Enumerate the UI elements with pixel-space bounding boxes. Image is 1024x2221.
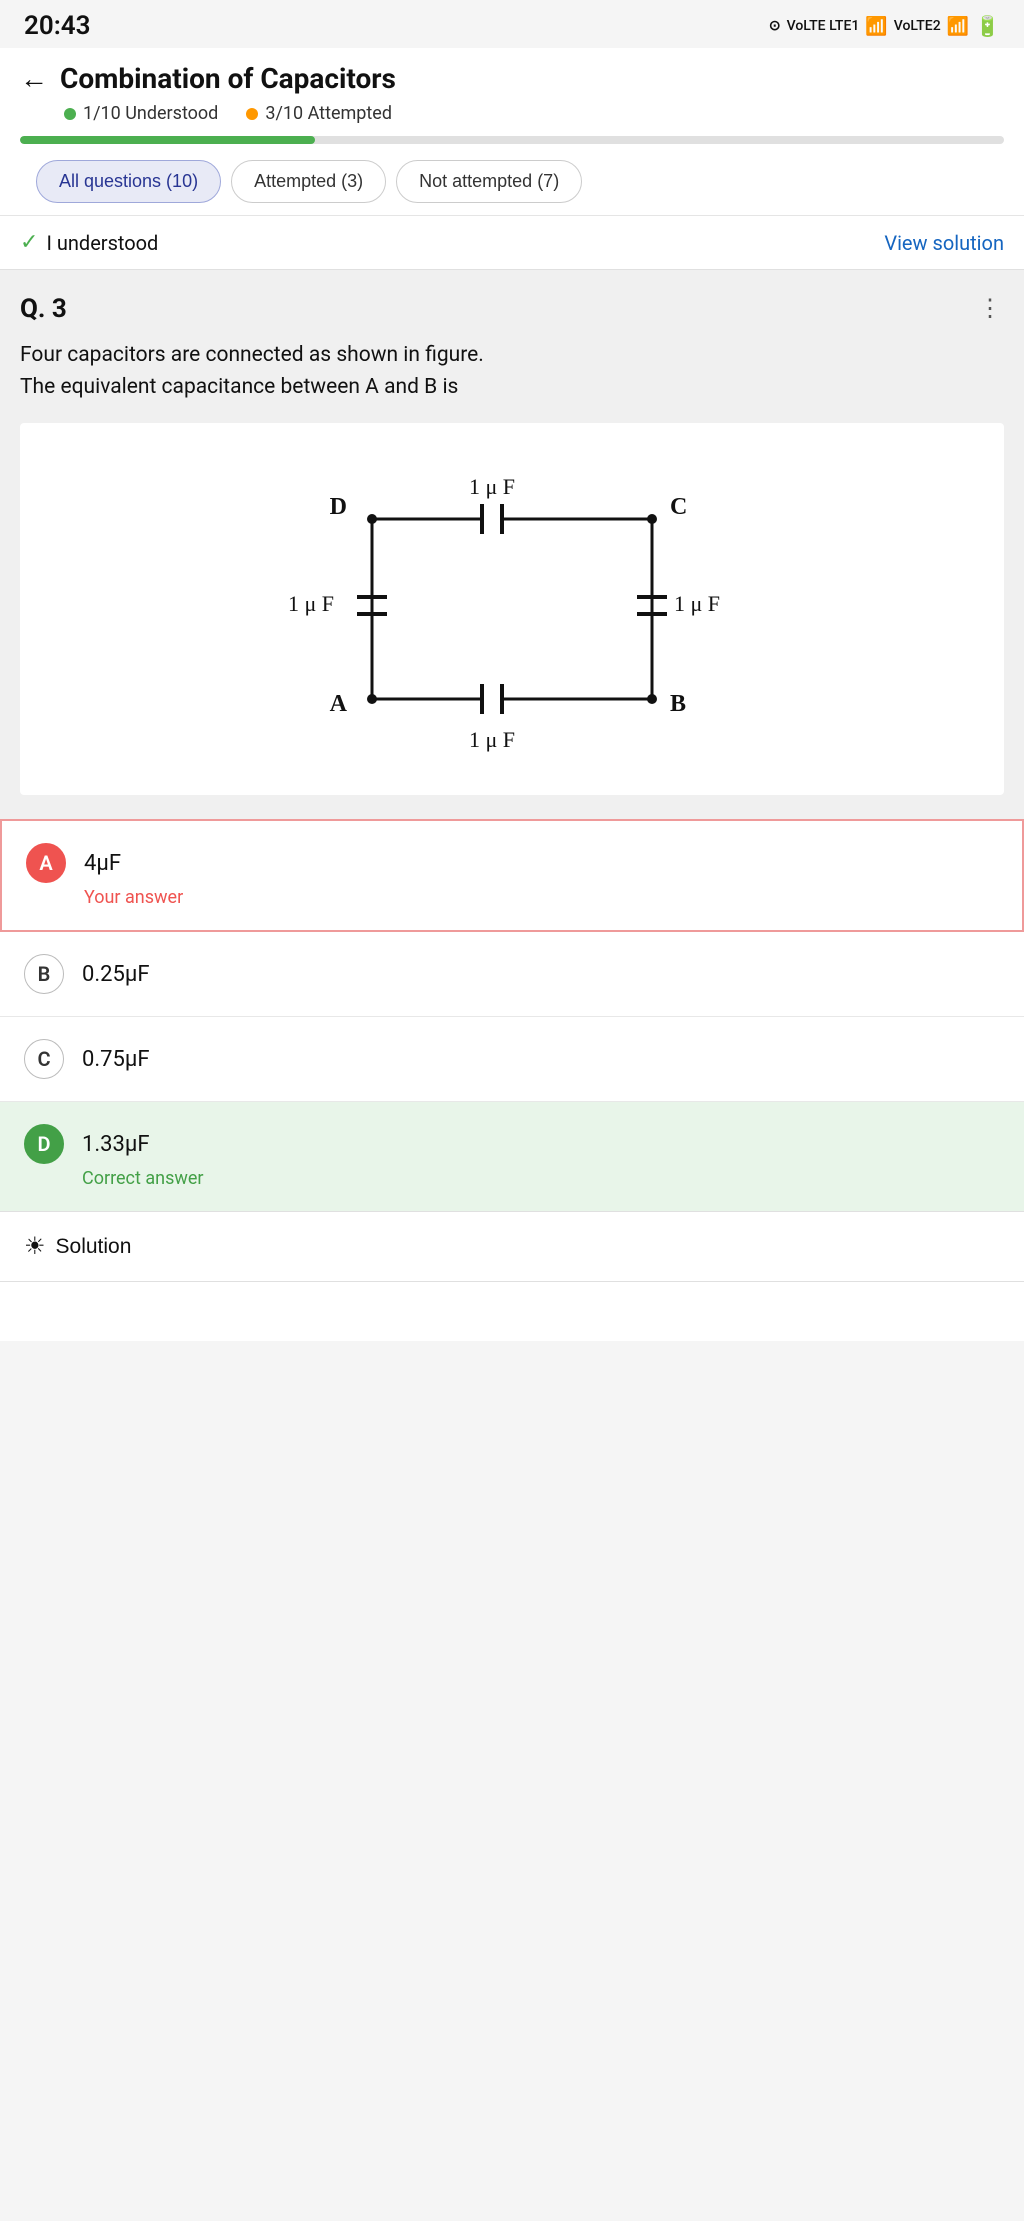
more-options-icon[interactable]: ⋮ <box>978 294 1004 322</box>
understood-label: 1/10 Understood <box>83 103 218 124</box>
progress-bar-container <box>20 136 1004 144</box>
option-b[interactable]: B 0.25μF <box>0 932 1024 1017</box>
back-button[interactable]: ← <box>20 65 48 93</box>
attempted-dot <box>246 108 258 120</box>
tab-bar: All questions (10) Attempted (3) Not att… <box>20 160 1004 215</box>
volte-icon: ⊙ <box>769 18 781 34</box>
lte2-label: VoLTE2 <box>894 18 941 34</box>
option-a-row: A 4μF <box>26 843 998 883</box>
svg-text:1 μ F: 1 μ F <box>469 474 515 499</box>
option-c[interactable]: C 0.75μF <box>0 1017 1024 1102</box>
option-b-text: 0.25μF <box>82 954 150 991</box>
option-a-label: A <box>26 843 66 883</box>
status-icons: ⊙ VoLTE LTE1 📶 VoLTE2 📶 🔋 <box>769 14 1000 38</box>
option-b-row: B 0.25μF <box>24 954 1000 994</box>
option-a-sub: Your answer <box>26 887 998 908</box>
question-text: Four capacitors are connected as shown i… <box>20 340 1004 403</box>
understood-meta: 1/10 Understood <box>64 103 218 124</box>
status-bar: 20:43 ⊙ VoLTE LTE1 📶 VoLTE2 📶 🔋 <box>0 0 1024 48</box>
solution-icon: ☀ <box>24 1232 46 1261</box>
option-b-label: B <box>24 954 64 994</box>
option-a[interactable]: A 4μF Your answer <box>0 819 1024 932</box>
view-solution-link[interactable]: View solution <box>884 231 1004 255</box>
svg-text:B: B <box>670 691 686 717</box>
svg-text:A: A <box>330 691 348 717</box>
question-card: Q. 3 ⋮ Four capacitors are connected as … <box>0 270 1024 819</box>
tab-attempted[interactable]: Attempted (3) <box>231 160 386 203</box>
option-d[interactable]: D 1.33μF Correct answer <box>0 1102 1024 1211</box>
question-number: Q. 3 <box>20 294 67 324</box>
svg-text:C: C <box>670 494 687 520</box>
circuit-svg: 1 μ F 1 μ F 1 μ F 1 μ F D C A B <box>252 439 772 779</box>
option-d-row: D 1.33μF <box>24 1124 1000 1164</box>
circuit-diagram: 1 μ F 1 μ F 1 μ F 1 μ F D C A B <box>20 423 1004 795</box>
svg-text:D: D <box>330 494 347 520</box>
option-d-sub: Correct answer <box>24 1168 1000 1189</box>
signal-icon2: 📶 <box>947 16 969 37</box>
solution-label: Solution <box>56 1235 132 1259</box>
attempted-label: 3/10 Attempted <box>265 103 392 124</box>
understood-bar: ✓ I understood View solution <box>0 216 1024 270</box>
solution-button[interactable]: ☀ Solution <box>0 1211 1024 1281</box>
svg-text:1 μ F: 1 μ F <box>288 591 334 616</box>
option-c-text: 0.75μF <box>82 1039 150 1076</box>
svg-text:1 μ F: 1 μ F <box>674 591 720 616</box>
progress-bar-fill <box>20 136 315 144</box>
battery-icon: 🔋 <box>975 14 1000 38</box>
status-time: 20:43 <box>24 11 91 41</box>
option-a-text: 4μF <box>84 843 121 880</box>
check-icon: ✓ <box>20 230 38 255</box>
page-title: Combination of Capacitors <box>60 62 396 95</box>
question-header: Q. 3 ⋮ <box>20 294 1004 324</box>
options-section: A 4μF Your answer B 0.25μF C 0.75μF D 1.… <box>0 819 1024 1211</box>
attempted-meta: 3/10 Attempted <box>246 103 392 124</box>
bottom-nav <box>0 1281 1024 1341</box>
option-c-label: C <box>24 1039 64 1079</box>
understood-left: ✓ I understood <box>20 230 158 255</box>
header-meta: 1/10 Understood 3/10 Attempted <box>20 103 1004 124</box>
option-d-text: 1.33μF <box>82 1124 150 1161</box>
option-c-row: C 0.75μF <box>24 1039 1000 1079</box>
svg-text:1 μ F: 1 μ F <box>469 727 515 752</box>
signal-icon1: 📶 <box>865 16 887 37</box>
lte-label: VoLTE LTE1 <box>787 18 860 34</box>
header-top: ← Combination of Capacitors <box>20 62 1004 95</box>
option-d-label: D <box>24 1124 64 1164</box>
tab-all-questions[interactable]: All questions (10) <box>36 160 221 203</box>
circuit-svg-wrap: 1 μ F 1 μ F 1 μ F 1 μ F D C A B <box>36 439 988 779</box>
tab-not-attempted[interactable]: Not attempted (7) <box>396 160 582 203</box>
header: ← Combination of Capacitors 1/10 Underst… <box>0 48 1024 216</box>
understood-text: I understood <box>46 231 158 255</box>
understood-dot <box>64 108 76 120</box>
